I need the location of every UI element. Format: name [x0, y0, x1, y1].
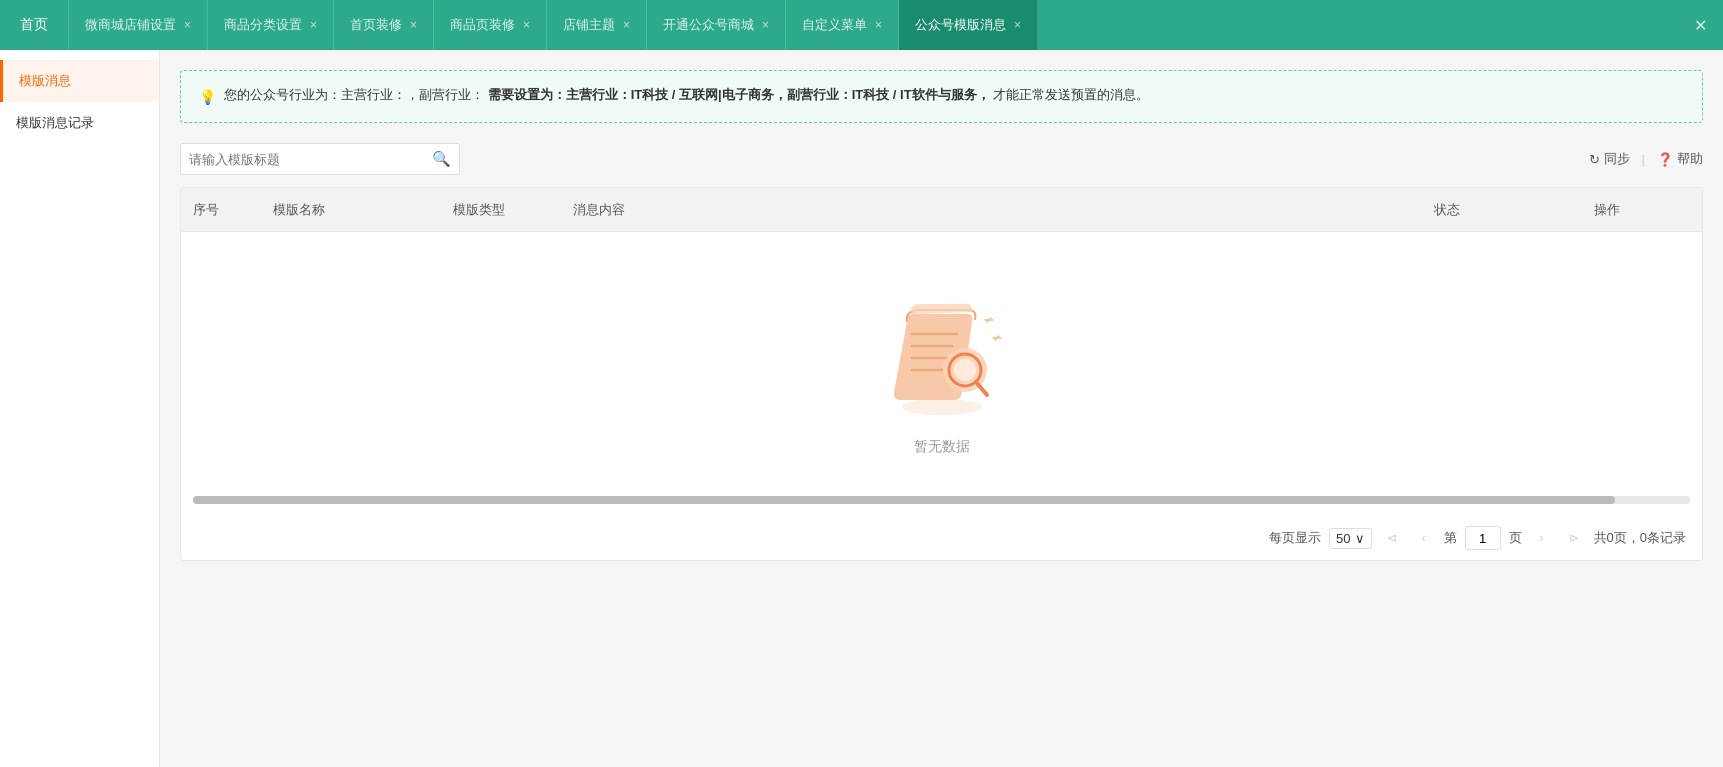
first-page-button[interactable]: ⊲ — [1380, 526, 1404, 550]
last-page-button[interactable]: ⊳ — [1562, 526, 1586, 550]
nav-tab-0[interactable]: 微商城店铺设置 × — [69, 0, 208, 50]
col-type: 模版类型 — [441, 201, 561, 219]
nav-tab-close-7[interactable]: × — [1014, 18, 1021, 32]
nav-tab-label-4: 店铺主题 — [563, 16, 615, 34]
col-status: 状态 — [1422, 201, 1582, 219]
svg-point-0 — [902, 399, 982, 415]
main-layout: 模版消息 模版消息记录 💡 您的公众号行业为：主营行业：，副营行业： 需要设置为… — [0, 50, 1723, 767]
prev-page-button[interactable]: ‹ — [1412, 526, 1436, 550]
nav-tab-3[interactable]: 商品页装修 × — [434, 0, 547, 50]
page-label: 第 — [1444, 529, 1457, 547]
col-content: 消息内容 — [561, 201, 1422, 219]
nav-tab-6[interactable]: 自定义菜单 × — [786, 0, 899, 50]
nav-tab-label-2: 首页装修 — [350, 16, 402, 34]
divider: | — [1642, 152, 1645, 167]
sidebar-item-label-0: 模版消息 — [19, 73, 71, 88]
pagination-row: 每页显示 50 ∨ ⊲ ‹ 第 页 › ⊳ 共0页，0条记录 — [181, 516, 1702, 560]
nav-tab-close-0[interactable]: × — [184, 18, 191, 32]
nav-tab-label-3: 商品页装修 — [450, 16, 515, 34]
nav-tab-close-2[interactable]: × — [410, 18, 417, 32]
notice-box: 💡 您的公众号行业为：主营行业：，副营行业： 需要设置为：主营行业：IT科技 /… — [180, 70, 1703, 123]
nav-tab-1[interactable]: 商品分类设置 × — [208, 0, 334, 50]
top-nav: 首页 微商城店铺设置 × 商品分类设置 × 首页装修 × 商品页装修 × 店铺主… — [0, 0, 1723, 50]
search-input-wrap[interactable]: 🔍 — [180, 143, 460, 175]
nav-tab-close-3[interactable]: × — [523, 18, 530, 32]
per-page-label: 每页显示 — [1269, 529, 1321, 547]
empty-state: 暂无数据 — [181, 232, 1702, 496]
nav-tab-label-7: 公众号模版消息 — [915, 16, 1006, 34]
nav-tab-2[interactable]: 首页装修 × — [334, 0, 434, 50]
sync-label: 同步 — [1604, 150, 1630, 168]
empty-illustration — [877, 292, 1007, 422]
refresh-icon: ↻ — [1589, 152, 1600, 167]
content-area: 💡 您的公众号行业为：主营行业：，副营行业： 需要设置为：主营行业：IT科技 /… — [160, 50, 1723, 767]
svg-point-7 — [954, 359, 976, 381]
notice-text-highlight: 需要设置为：主营行业：IT科技 / 互联网|电子商务，副营行业：IT科技 / I… — [488, 87, 990, 102]
next-page-button[interactable]: › — [1530, 526, 1554, 550]
close-all-button[interactable]: ✕ — [1678, 0, 1723, 50]
search-input[interactable] — [189, 152, 432, 167]
col-name: 模版名称 — [261, 201, 441, 219]
notice-text-before: 您的公众号行业为：主营行业：，副营行业： — [224, 87, 484, 102]
chevron-down-icon: ∨ — [1355, 531, 1365, 546]
nav-tab-7[interactable]: 公众号模版消息 × — [899, 0, 1038, 50]
table-header: 序号 模版名称 模版类型 消息内容 状态 操作 — [181, 188, 1702, 232]
search-button[interactable]: 🔍 — [432, 150, 451, 168]
sync-button[interactable]: ↻ 同步 — [1589, 150, 1630, 168]
total-info: 共0页，0条记录 — [1594, 529, 1686, 547]
col-action: 操作 — [1582, 201, 1702, 219]
notice-text: 您的公众号行业为：主营行业：，副营行业： 需要设置为：主营行业：IT科技 / 互… — [224, 85, 1149, 106]
nav-tab-close-1[interactable]: × — [310, 18, 317, 32]
scrollbar-track[interactable] — [193, 496, 1690, 504]
scrollbar-thumb[interactable] — [193, 496, 1615, 504]
nav-home[interactable]: 首页 — [0, 0, 69, 50]
page-unit: 页 — [1509, 529, 1522, 547]
nav-tab-5[interactable]: 开通公众号商城 × — [647, 0, 786, 50]
page-input[interactable] — [1465, 526, 1501, 550]
empty-text: 暂无数据 — [914, 438, 970, 456]
sidebar-item-template-message[interactable]: 模版消息 — [0, 60, 159, 102]
search-row: 🔍 ↻ 同步 | ❓ 帮助 — [180, 143, 1703, 175]
notice-text-after: 才能正常发送预置的消息。 — [993, 87, 1149, 102]
page-size-select[interactable]: 50 ∨ — [1329, 528, 1371, 549]
nav-tab-label-5: 开通公众号商城 — [663, 16, 754, 34]
sidebar: 模版消息 模版消息记录 — [0, 50, 160, 767]
col-index: 序号 — [181, 201, 261, 219]
sidebar-item-template-record[interactable]: 模版消息记录 — [0, 102, 159, 144]
nav-tab-close-6[interactable]: × — [875, 18, 882, 32]
help-button[interactable]: ❓ 帮助 — [1657, 150, 1703, 168]
nav-tab-label-0: 微商城店铺设置 — [85, 16, 176, 34]
sidebar-item-label-1: 模版消息记录 — [16, 115, 94, 130]
help-icon: ❓ — [1657, 152, 1673, 167]
nav-tab-close-5[interactable]: × — [762, 18, 769, 32]
data-table: 序号 模版名称 模版类型 消息内容 状态 操作 — [180, 187, 1703, 561]
nav-tab-close-4[interactable]: × — [623, 18, 630, 32]
nav-tab-4[interactable]: 店铺主题 × — [547, 0, 647, 50]
page-size-value: 50 — [1336, 531, 1350, 546]
nav-tab-label-6: 自定义菜单 — [802, 16, 867, 34]
nav-tab-label-1: 商品分类设置 — [224, 16, 302, 34]
bulb-icon: 💡 — [199, 86, 216, 108]
help-label: 帮助 — [1677, 150, 1703, 168]
toolbar-right: ↻ 同步 | ❓ 帮助 — [1589, 150, 1703, 168]
